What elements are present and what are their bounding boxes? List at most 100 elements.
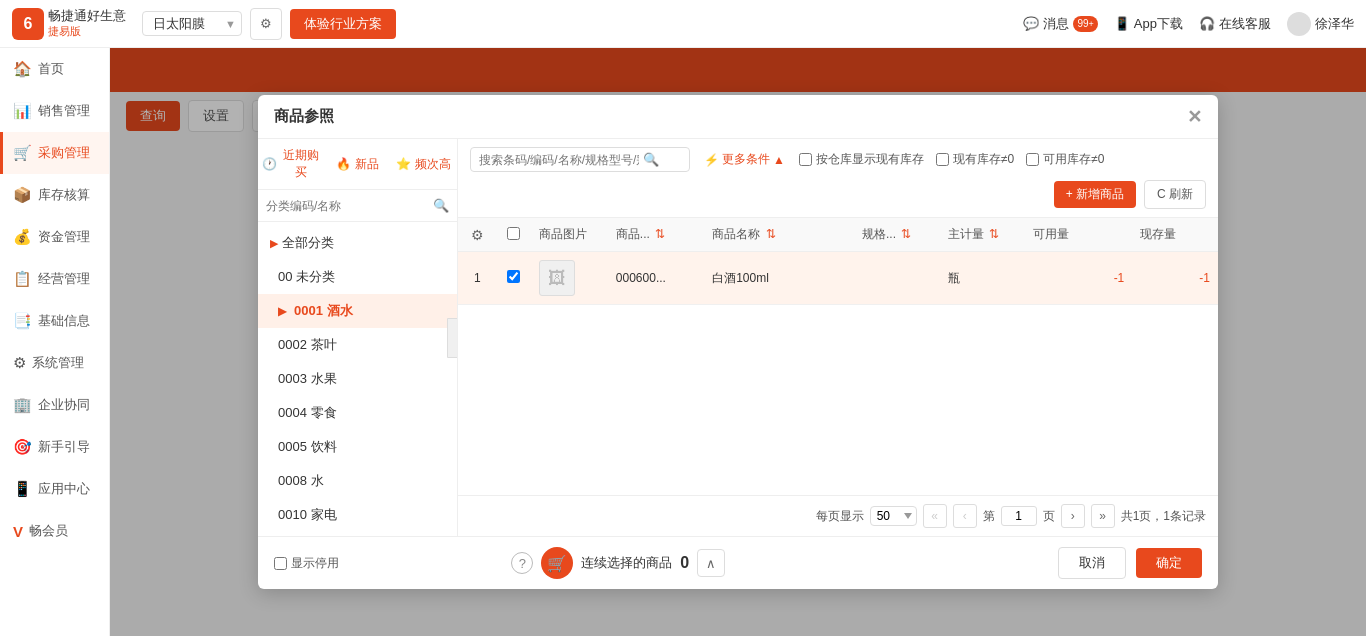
cat-item-0004[interactable]: 0004 零食 xyxy=(258,396,457,430)
confirm-button[interactable]: 确定 xyxy=(1136,548,1202,578)
footer-right: 取消 确定 xyxy=(1058,547,1202,579)
cart-button[interactable]: 🛒 xyxy=(541,547,573,579)
product-panel: 🔍 ⚡ 更多条件 ▲ 按仓库显示现有库存 xyxy=(458,139,1218,536)
modal-close-button[interactable]: ✕ xyxy=(1187,108,1202,126)
cat-item-0003[interactable]: 0003 水果 xyxy=(258,362,457,396)
pagination-bar: 每页显示 50 10 20 100 « ‹ xyxy=(458,495,1218,536)
sidebar-item-finance[interactable]: 💰 资金管理 xyxy=(0,216,109,258)
th-checkbox[interactable] xyxy=(497,218,531,252)
collapse-panel-button[interactable]: 《 xyxy=(447,318,458,358)
modal-title: 商品参照 xyxy=(274,107,334,126)
row-select-checkbox[interactable] xyxy=(507,270,520,283)
help-icon-button[interactable]: ? xyxy=(511,552,533,574)
checkbox-available-input[interactable] xyxy=(1026,153,1039,166)
settings-icon[interactable]: ⚙ xyxy=(250,8,282,40)
page-size-select[interactable]: 50 10 20 100 xyxy=(870,506,917,526)
filter-button[interactable]: ⚡ 更多条件 ▲ xyxy=(698,147,791,172)
filter-label: 更多条件 xyxy=(722,151,770,168)
user-item[interactable]: 徐泽华 xyxy=(1287,12,1354,36)
toolbar-right: + 新增商品 C 刷新 xyxy=(1054,180,1206,209)
checkbox-available-stock[interactable]: 可用库存≠0 xyxy=(1026,151,1104,168)
user-name: 徐泽华 xyxy=(1315,15,1354,33)
category-search-icon[interactable]: 🔍 xyxy=(433,198,449,213)
first-page-button[interactable]: « xyxy=(923,504,947,528)
cat-item-0008[interactable]: 0008 水 xyxy=(258,464,457,498)
sidebar-item-enterprise[interactable]: 🏢 企业协同 xyxy=(0,384,109,426)
checkbox-available-label: 可用库存≠0 xyxy=(1043,151,1104,168)
cat-item-all-label: 全部分类 xyxy=(282,234,334,252)
cart-icon: 🛒 xyxy=(547,554,567,573)
logo-sub: 捷易版 xyxy=(48,24,126,39)
th-unit[interactable]: 主计量 ⇅ xyxy=(940,218,1026,252)
cancel-button[interactable]: 取消 xyxy=(1058,547,1126,579)
sidebar-item-inventory[interactable]: 📦 库存核算 xyxy=(0,174,109,216)
sidebar-label-apps: 应用中心 xyxy=(38,480,90,498)
cat-item-0001[interactable]: ▶ 0001 酒水 xyxy=(258,294,457,328)
sidebar-item-purchase[interactable]: 🛒 采购管理 xyxy=(0,132,109,174)
row-checkbox[interactable] xyxy=(497,252,531,305)
row-index: 1 xyxy=(458,252,497,305)
cat-item-0002[interactable]: 0002 茶叶 xyxy=(258,328,457,362)
cat-item-0010[interactable]: 0010 家电 xyxy=(258,498,457,532)
cat-0001-arrow-icon: ▶ xyxy=(278,305,286,318)
show-disabled-label[interactable]: 显示停用 xyxy=(274,555,339,572)
cat-item-00[interactable]: 00 未分类 xyxy=(258,260,457,294)
cat-tab-recent[interactable]: 🕐 近期购买 xyxy=(258,139,324,189)
last-page-button[interactable]: » xyxy=(1091,504,1115,528)
continuous-select-label: 连续选择的商品 xyxy=(581,554,672,572)
sidebar-item-basic[interactable]: 📑 基础信息 xyxy=(0,300,109,342)
th-spec[interactable]: 规格... ⇅ xyxy=(854,218,940,252)
refresh-button[interactable]: C 刷新 xyxy=(1144,180,1206,209)
checkbox-by-warehouse[interactable]: 按仓库显示现有库存 xyxy=(799,151,924,168)
page-input[interactable] xyxy=(1001,506,1037,526)
th-name[interactable]: 商品名称 ⇅ xyxy=(704,218,854,252)
product-search-input[interactable] xyxy=(479,153,639,167)
select-all-checkbox[interactable] xyxy=(507,227,520,240)
online-service-item[interactable]: 🎧 在线客服 xyxy=(1199,15,1271,33)
sidebar-item-sales[interactable]: 📊 销售管理 xyxy=(0,90,109,132)
checkbox-current-input[interactable] xyxy=(936,153,949,166)
message-item[interactable]: 💬 消息 99+ xyxy=(1023,15,1097,33)
cat-item-0004-label: 0004 零食 xyxy=(278,404,337,422)
prev-page-button[interactable]: ‹ xyxy=(953,504,977,528)
cat-item-all[interactable]: ▶ 全部分类 xyxy=(258,226,457,260)
product-table-container: ⚙ 商品图片 商品... ⇅ xyxy=(458,218,1218,495)
checkbox-warehouse-label: 按仓库显示现有库存 xyxy=(816,151,924,168)
checkbox-warehouse-input[interactable] xyxy=(799,153,812,166)
total-info: 共1页，1条记录 xyxy=(1121,508,1206,525)
cat-tab-new-label: 新品 xyxy=(355,156,379,173)
store-selector[interactable]: 日太阳膜 ▼ xyxy=(142,11,242,36)
th-code[interactable]: 商品... ⇅ xyxy=(608,218,704,252)
th-available: 可用量 xyxy=(1025,218,1132,252)
cat-tab-new[interactable]: 🔥 新品 xyxy=(324,139,390,189)
sidebar-item-apps[interactable]: 📱 应用中心 xyxy=(0,468,109,510)
chevron-up-button[interactable]: ∧ xyxy=(697,549,725,577)
trial-button[interactable]: 体验行业方案 xyxy=(290,9,396,39)
sidebar-label-member: 畅会员 xyxy=(29,522,68,540)
apps-icon: 📱 xyxy=(13,480,32,498)
sidebar-item-system[interactable]: ⚙ 系统管理 xyxy=(0,342,109,384)
row-available: -1 xyxy=(1025,252,1132,305)
sidebar-item-member[interactable]: V 畅会员 xyxy=(0,510,109,552)
sidebar-item-business[interactable]: 📋 经营管理 xyxy=(0,258,109,300)
cat-item-0001-label: 0001 酒水 xyxy=(294,302,353,320)
logo-text: 畅捷通好生意 xyxy=(48,8,126,24)
table-header-row: ⚙ 商品图片 商品... ⇅ xyxy=(458,218,1218,252)
cat-item-0005[interactable]: 0005 饮料 xyxy=(258,430,457,464)
category-search-input[interactable] xyxy=(266,199,429,213)
app-download-item[interactable]: 📱 App下载 xyxy=(1114,15,1183,33)
th-gear[interactable]: ⚙ xyxy=(458,218,497,252)
show-disabled-checkbox[interactable] xyxy=(274,557,287,570)
cat-tab-frequent[interactable]: ⭐ 频次高 xyxy=(391,139,457,189)
category-search: 🔍 xyxy=(258,190,457,222)
product-search-icon[interactable]: 🔍 xyxy=(643,152,659,167)
next-page-button[interactable]: › xyxy=(1061,504,1085,528)
sidebar-item-guide[interactable]: 🎯 新手引导 xyxy=(0,426,109,468)
sidebar-item-home[interactable]: 🏠 首页 xyxy=(0,48,109,90)
store-select[interactable]: 日太阳膜 xyxy=(142,11,242,36)
checkbox-current-stock[interactable]: 现有库存≠0 xyxy=(936,151,1014,168)
page-size-label: 每页显示 xyxy=(816,508,864,525)
add-product-button[interactable]: + 新增商品 xyxy=(1054,181,1136,208)
table-row[interactable]: 1 🖼 xyxy=(458,252,1218,305)
avatar xyxy=(1287,12,1311,36)
